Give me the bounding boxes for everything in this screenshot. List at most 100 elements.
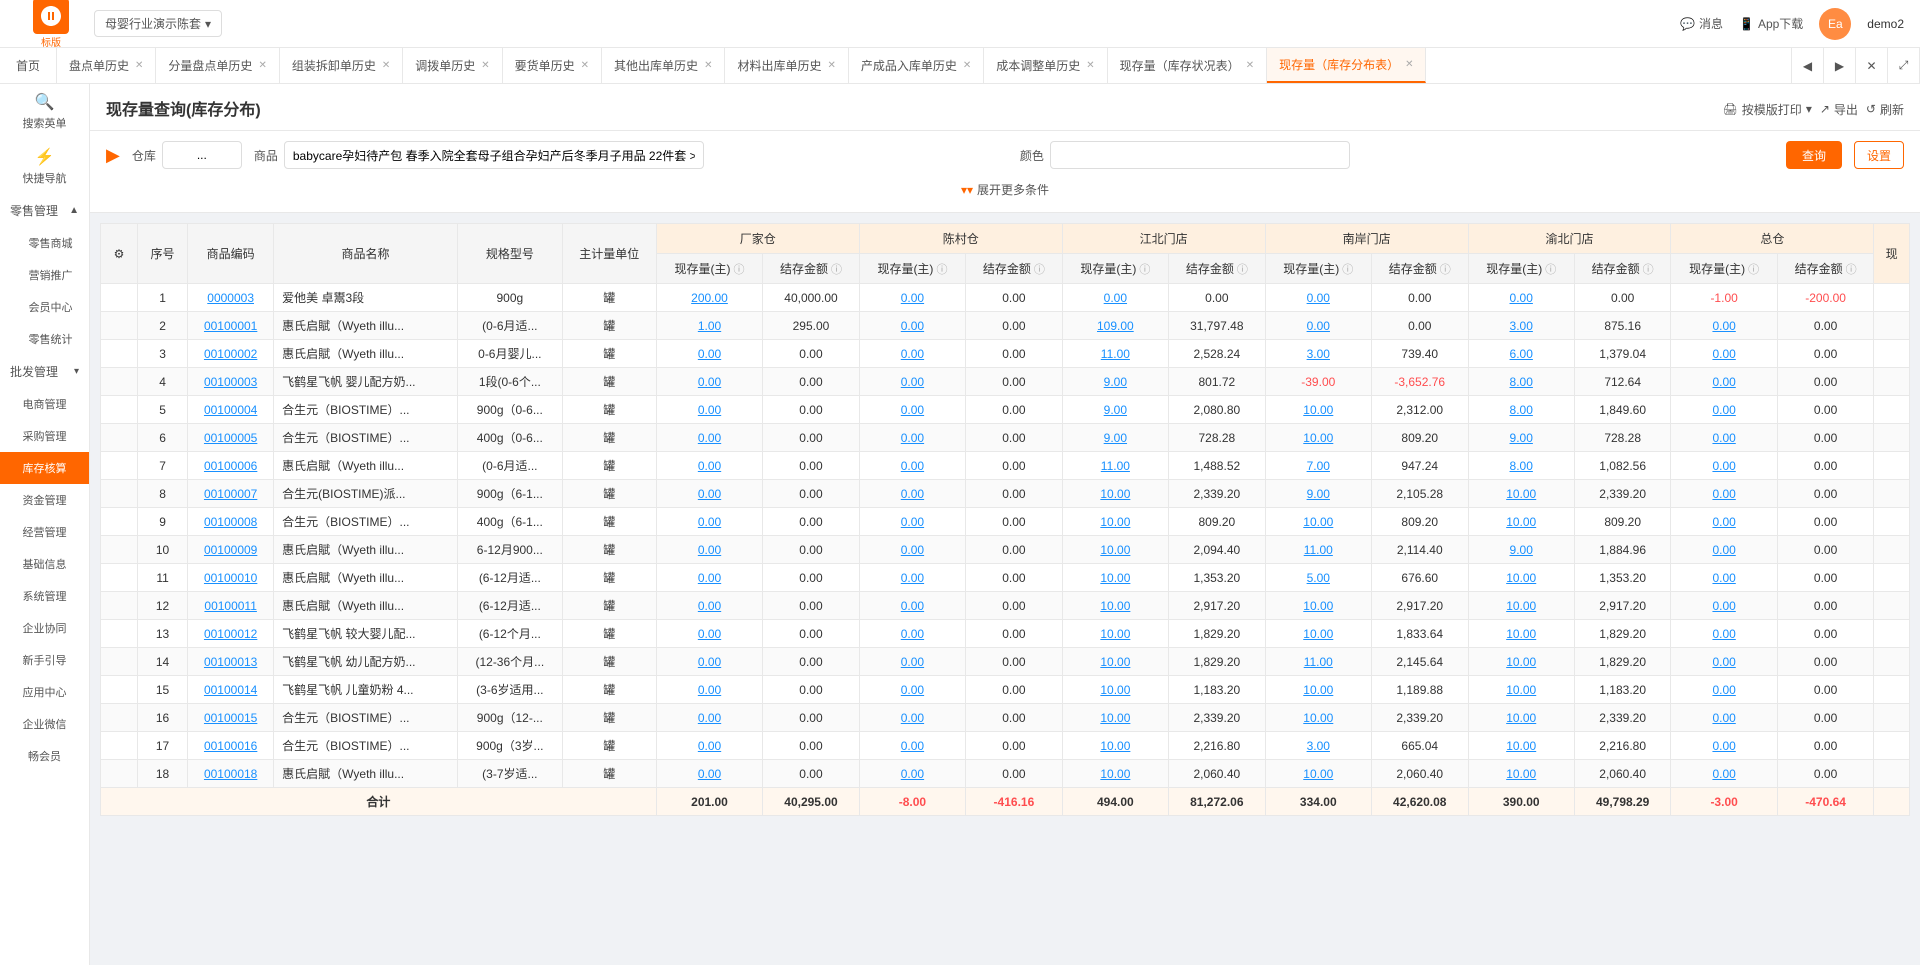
table-settings-icon[interactable]: ⚙ [109,244,129,264]
row-jiangbei-qty: 0.00 [1062,284,1168,312]
sidebar-item-member2[interactable]: 畅会员 [0,740,89,772]
tab-expand-btn[interactable]: ⤢ [1888,48,1920,84]
search-button[interactable]: 查询 [1786,141,1842,169]
tab-close-stock-dist[interactable]: ✕ [1405,59,1413,70]
tab-home[interactable]: 首页 [0,48,57,83]
sidebar-item-ecom[interactable]: 电商管理 [0,388,89,420]
row-code: 00100011 [188,592,274,620]
tab-yao[interactable]: 要货单历史 ✕ [503,48,602,83]
tab-stock-dist[interactable]: 现存量（库存分布表） ✕ [1267,48,1426,83]
industry-selector[interactable]: 母婴行业演示陈套 ▾ [94,10,222,37]
total-chen-amt: -416.16 [966,788,1063,816]
sidebar-item-finance[interactable]: 资金管理 [0,484,89,516]
sidebar-item-retail-mgmt[interactable]: 零售管理 ▲ [0,194,89,227]
row-no: 7 [138,452,188,480]
sidebar-item-member[interactable]: 会员中心 [0,291,89,323]
row-unit: 罐 [562,452,656,480]
row-yubeimen-amt: 2,917.20 [1574,592,1671,620]
sidebar-item-nav[interactable]: ⚡ 快捷导航 [0,139,89,194]
tab-fen-disk[interactable]: 分量盘点单历史 ✕ [156,48,279,83]
color-input[interactable] [1050,141,1350,169]
sidebar-item-stock[interactable]: 库存核算 [0,452,89,484]
expand-btn[interactable]: ▶ [106,145,120,166]
row-code: 00100005 [188,424,274,452]
color-field: 颜色 [1020,141,1774,169]
row-yubeimen-qty: 10.00 [1468,508,1574,536]
row-no: 4 [138,368,188,396]
sidebar-item-corp[interactable]: 企业协同 [0,612,89,644]
info-icon[interactable]: ⓘ [1545,261,1556,277]
tab-cost-adj[interactable]: 成本调整单历史 ✕ [984,48,1107,83]
refresh-btn[interactable]: ↺ 刷新 [1866,101,1904,118]
row-yubeimen-amt: 1,884.96 [1574,536,1671,564]
user-avatar[interactable]: Ea [1819,8,1851,40]
app-download-btn[interactable]: 📱 App下载 [1739,15,1803,32]
tab-group[interactable]: 组装拆卸单历史 ✕ [280,48,403,83]
sidebar-item-app-center[interactable]: 应用中心 [0,676,89,708]
tab-close-mat-out[interactable]: ✕ [827,60,835,71]
expand-more-btn[interactable]: ▾▾ 展开更多条件 [953,177,1057,202]
tab-other-out[interactable]: 其他出库单历史 ✕ [602,48,725,83]
row-unit: 罐 [562,480,656,508]
sidebar-item-retail-stat[interactable]: 零售统计 [0,323,89,355]
tab-prod-in[interactable]: 产成品入库单历史 ✕ [849,48,984,83]
sidebar-item-search[interactable]: 🔍 搜索英单 [0,84,89,139]
tab-next-btn[interactable]: ▶ [1824,48,1856,84]
info-icon[interactable]: ⓘ [1034,261,1045,277]
row-nanan-amt: -3,652.76 [1371,368,1468,396]
messages-btn[interactable]: 💬 消息 [1680,15,1723,32]
row-extra [1874,704,1910,732]
tab-close-other-out[interactable]: ✕ [704,60,712,71]
row-total-qty: 0.00 [1671,340,1777,368]
tab-prev-btn[interactable]: ◀ [1792,48,1824,84]
tab-close-yao[interactable]: ✕ [581,60,589,71]
tab-mat-out[interactable]: 材料出库单历史 ✕ [725,48,848,83]
settings-button[interactable]: 设置 [1854,141,1904,169]
tab-close-fen-disk[interactable]: ✕ [258,60,266,71]
row-jiangbei-amt: 2,339.20 [1169,480,1266,508]
row-jiangbei-amt: 1,829.20 [1169,648,1266,676]
info-icon[interactable]: ⓘ [1748,261,1759,277]
tab-close-all-btn[interactable]: ✕ [1856,48,1888,84]
info-icon[interactable]: ⓘ [1139,261,1150,277]
tab-close-cost-adj[interactable]: ✕ [1086,60,1094,71]
tab-tiao[interactable]: 调拨单历史 ✕ [403,48,502,83]
info-icon[interactable]: ⓘ [1237,261,1248,277]
info-icon[interactable]: ⓘ [1342,261,1353,277]
tab-stock-status[interactable]: 现存量（库存状况表） ✕ [1108,48,1267,83]
sidebar-item-purchase[interactable]: 采购管理 [0,420,89,452]
info-icon[interactable]: ⓘ [1440,261,1451,277]
product-input[interactable] [284,141,704,169]
info-icon[interactable]: ⓘ [1846,261,1857,277]
row-checkbox [101,592,138,620]
total-extra [1874,788,1910,816]
export-btn[interactable]: ↗ 导出 [1820,101,1858,118]
tab-disk[interactable]: 盘点单历史 ✕ [57,48,156,83]
row-checkbox [101,284,138,312]
tab-close-prod-in[interactable]: ✕ [963,60,971,71]
print-btn[interactable]: 🖨 按模版打印 ▾ [1723,101,1812,118]
tab-close-tiao[interactable]: ✕ [481,60,489,71]
info-icon[interactable]: ⓘ [1643,261,1654,277]
warehouse-input[interactable] [162,141,242,169]
row-name: 爱他美 卓鬻3段 [274,284,458,312]
message-icon: 💬 [1680,17,1695,31]
tab-close-disk[interactable]: ✕ [135,60,143,71]
sidebar-item-guide[interactable]: 新手引导 [0,644,89,676]
row-yubeimen-qty: 9.00 [1468,536,1574,564]
th-factory-qty: 现存量(主)ⓘ [656,254,762,284]
info-icon[interactable]: ⓘ [936,261,947,277]
info-icon[interactable]: ⓘ [831,261,842,277]
th-jiangbei-group: 江北门店 [1062,224,1265,254]
sidebar-item-ops[interactable]: 经营管理 [0,516,89,548]
sidebar-item-marketing[interactable]: 营销推广 [0,259,89,291]
sidebar-item-wholesale[interactable]: 批发管理 ▾ [0,355,89,388]
sidebar-item-sys[interactable]: 系统管理 [0,580,89,612]
sidebar-item-base[interactable]: 基础信息 [0,548,89,580]
row-yubeimen-amt: 0.00 [1574,284,1671,312]
sidebar-item-retail-shop[interactable]: 零售商城 [0,227,89,259]
tab-close-stock-status[interactable]: ✕ [1246,60,1254,71]
tab-close-group[interactable]: ✕ [382,60,390,71]
info-icon[interactable]: ⓘ [734,261,745,277]
sidebar-item-wechat[interactable]: 企业微信 [0,708,89,740]
